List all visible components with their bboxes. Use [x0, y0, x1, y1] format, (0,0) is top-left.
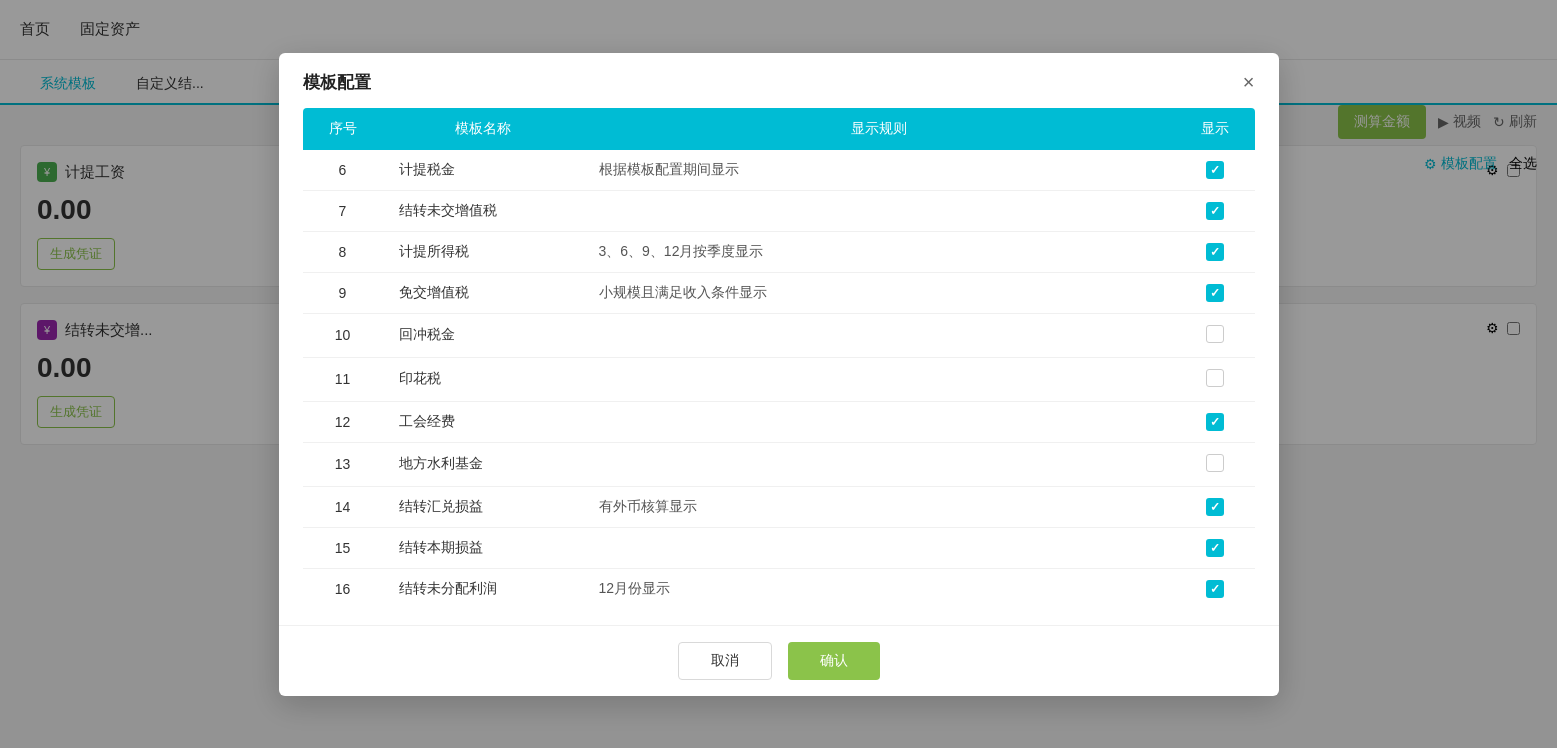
- cell-checkbox: [1175, 527, 1255, 568]
- cell-name: 结转未交增值税: [383, 190, 583, 231]
- cell-name: 结转本期损益: [383, 527, 583, 568]
- cell-name: 结转未分配利润: [383, 568, 583, 609]
- modal-title: 模板配置: [303, 71, 371, 94]
- cell-index: 8: [303, 231, 383, 272]
- cancel-button[interactable]: 取消: [678, 642, 772, 680]
- cell-name: 免交增值税: [383, 272, 583, 313]
- col-header-name: 模板名称: [383, 108, 583, 150]
- modal-template-config: 模板配置 × 序号 模板名称 显示规则 显示 6计提税金根据模板配置期间显示7结…: [279, 53, 1279, 696]
- cell-checkbox: [1175, 486, 1255, 527]
- cell-name: 计提税金: [383, 150, 583, 191]
- cell-name: 结转汇兑损益: [383, 486, 583, 527]
- table-row: 16结转未分配利润12月份显示: [303, 568, 1255, 609]
- cell-checkbox: [1175, 150, 1255, 191]
- cell-name: 计提所得税: [383, 231, 583, 272]
- confirm-button[interactable]: 确认: [788, 642, 880, 680]
- checkbox-row-3[interactable]: [1206, 284, 1224, 302]
- cell-index: 16: [303, 568, 383, 609]
- cell-name: 地方水利基金: [383, 442, 583, 486]
- checkbox-row-9[interactable]: [1206, 539, 1224, 557]
- modal-header: 模板配置 ×: [279, 53, 1279, 108]
- modal-overlay: 模板配置 × 序号 模板名称 显示规则 显示 6计提税金根据模板配置期间显示7结…: [0, 0, 1557, 748]
- cell-rule: [583, 442, 1175, 486]
- cell-rule: [583, 313, 1175, 357]
- table-row: 6计提税金根据模板配置期间显示: [303, 150, 1255, 191]
- cell-checkbox: [1175, 313, 1255, 357]
- cell-name: 回冲税金: [383, 313, 583, 357]
- cell-rule: 小规模且满足收入条件显示: [583, 272, 1175, 313]
- checkbox-row-2[interactable]: [1206, 243, 1224, 261]
- cell-index: 14: [303, 486, 383, 527]
- table-row: 8计提所得税3、6、9、12月按季度显示: [303, 231, 1255, 272]
- col-header-display: 显示: [1175, 108, 1255, 150]
- modal-close-button[interactable]: ×: [1243, 72, 1255, 92]
- cell-checkbox: [1175, 568, 1255, 609]
- cell-rule: [583, 190, 1175, 231]
- table-row: 14结转汇兑损益有外币核算显示: [303, 486, 1255, 527]
- table-row: 15结转本期损益: [303, 527, 1255, 568]
- table-row: 12工会经费: [303, 401, 1255, 442]
- cell-checkbox: [1175, 272, 1255, 313]
- checkbox-row-7[interactable]: [1206, 454, 1224, 472]
- table-row: 9免交增值税小规模且满足收入条件显示: [303, 272, 1255, 313]
- cell-rule: 有外币核算显示: [583, 486, 1175, 527]
- cell-index: 10: [303, 313, 383, 357]
- cell-name: 印花税: [383, 357, 583, 401]
- cell-checkbox: [1175, 231, 1255, 272]
- checkbox-row-4[interactable]: [1206, 325, 1224, 343]
- checkbox-row-8[interactable]: [1206, 498, 1224, 516]
- table-row: 11印花税: [303, 357, 1255, 401]
- cell-checkbox: [1175, 401, 1255, 442]
- checkbox-row-0[interactable]: [1206, 161, 1224, 179]
- cell-rule: 根据模板配置期间显示: [583, 150, 1175, 191]
- cell-checkbox: [1175, 442, 1255, 486]
- cell-index: 9: [303, 272, 383, 313]
- checkbox-row-1[interactable]: [1206, 202, 1224, 220]
- cell-name: 工会经费: [383, 401, 583, 442]
- cell-rule: 3、6、9、12月按季度显示: [583, 231, 1175, 272]
- cell-index: 13: [303, 442, 383, 486]
- cell-rule: [583, 357, 1175, 401]
- modal-body: 序号 模板名称 显示规则 显示 6计提税金根据模板配置期间显示7结转未交增值税8…: [279, 108, 1279, 625]
- table-row: 13地方水利基金: [303, 442, 1255, 486]
- checkbox-row-6[interactable]: [1206, 413, 1224, 431]
- cell-rule: [583, 401, 1175, 442]
- cell-index: 12: [303, 401, 383, 442]
- cell-rule: [583, 527, 1175, 568]
- checkbox-row-10[interactable]: [1206, 580, 1224, 598]
- cell-index: 7: [303, 190, 383, 231]
- table-header-row: 序号 模板名称 显示规则 显示: [303, 108, 1255, 150]
- checkbox-row-5[interactable]: [1206, 369, 1224, 387]
- cell-rule: 12月份显示: [583, 568, 1175, 609]
- cell-index: 15: [303, 527, 383, 568]
- cell-checkbox: [1175, 357, 1255, 401]
- table-row: 10回冲税金: [303, 313, 1255, 357]
- modal-footer: 取消 确认: [279, 625, 1279, 696]
- config-table: 序号 模板名称 显示规则 显示 6计提税金根据模板配置期间显示7结转未交增值税8…: [303, 108, 1255, 609]
- table-row: 7结转未交增值税: [303, 190, 1255, 231]
- col-header-rule: 显示规则: [583, 108, 1175, 150]
- cell-index: 11: [303, 357, 383, 401]
- cell-index: 6: [303, 150, 383, 191]
- col-header-index: 序号: [303, 108, 383, 150]
- cell-checkbox: [1175, 190, 1255, 231]
